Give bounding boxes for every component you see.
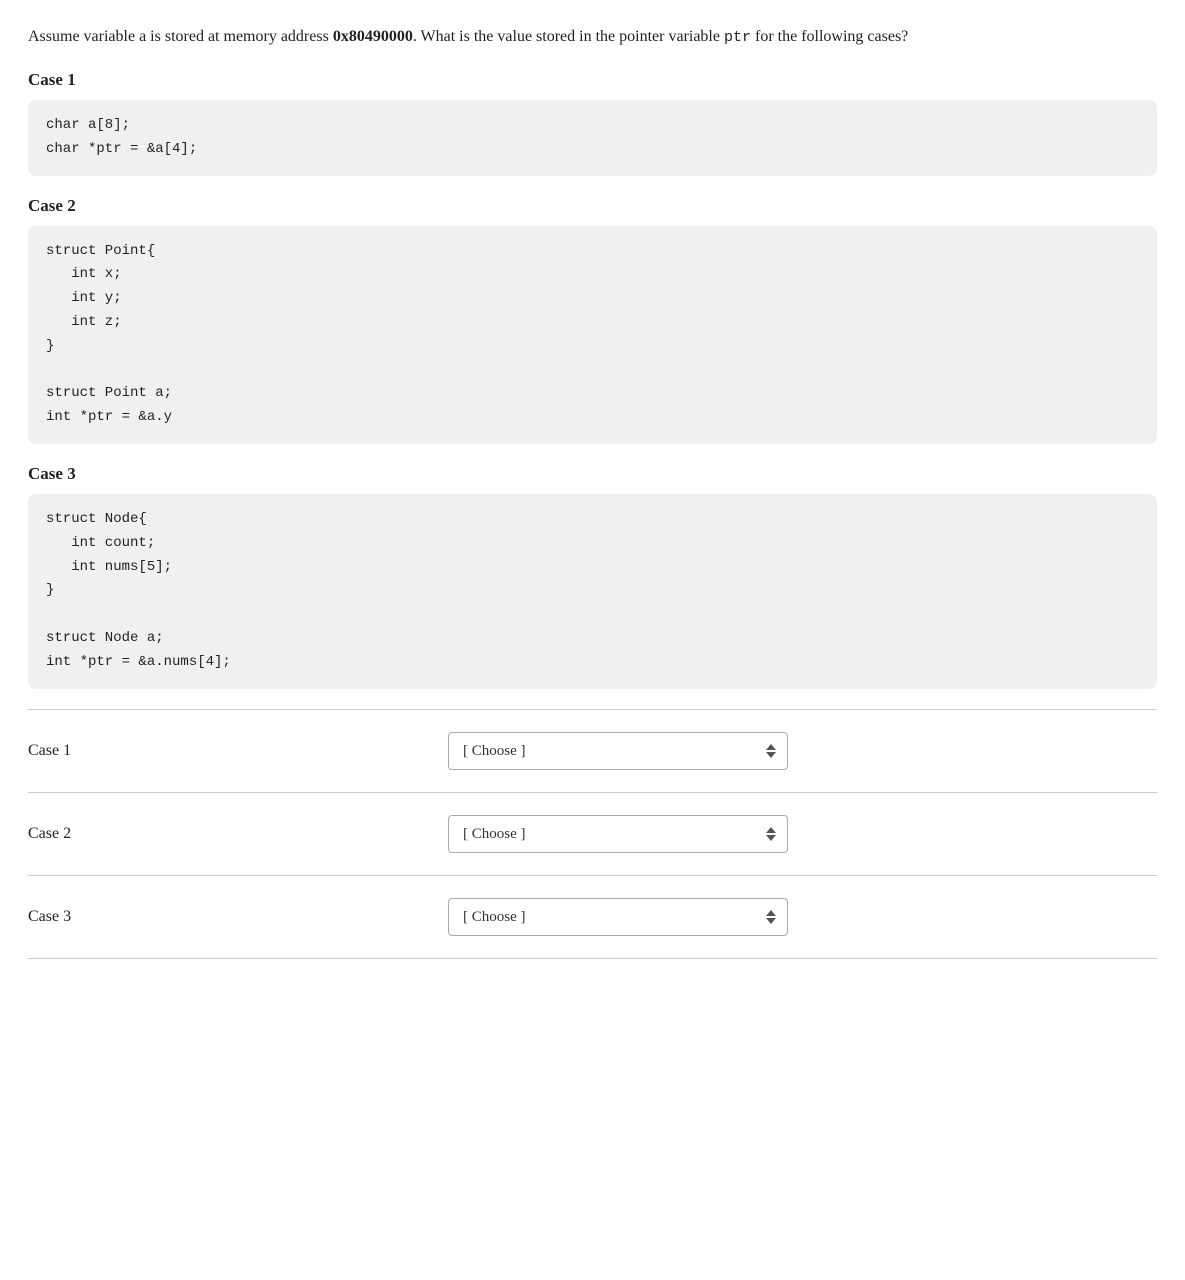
answer-case3-label: Case 3: [28, 908, 448, 926]
answer-case2-label: Case 2: [28, 825, 448, 843]
answer-select-wrapper-1: [ Choose ]0x804900040x804900080x8049000C…: [448, 732, 788, 770]
answer-row-3: Case 3 [ Choose ]0x804900040x804900080x8…: [28, 876, 1157, 959]
answer-select-wrapper-2: [ Choose ]0x804900040x804900080x8049000C…: [448, 815, 788, 853]
answer-select-wrapper-3: [ Choose ]0x804900040x804900080x8049000C…: [448, 898, 788, 936]
answer-row-1: Case 1 [ Choose ]0x804900040x804900080x8…: [28, 710, 1157, 793]
case3-select[interactable]: [ Choose ]0x804900040x804900080x8049000C…: [448, 898, 788, 936]
case2-select[interactable]: [ Choose ]0x804900040x804900080x8049000C…: [448, 815, 788, 853]
case1-label: Case 1: [28, 70, 1157, 90]
case1-select[interactable]: [ Choose ]0x804900040x804900080x8049000C…: [448, 732, 788, 770]
answer-case1-label: Case 1: [28, 742, 448, 760]
answer-section: Case 1 [ Choose ]0x804900040x804900080x8…: [28, 709, 1157, 959]
case1-code: char a[8]; char *ptr = &a[4];: [28, 100, 1157, 176]
case3-code: struct Node{ int count; int nums[5]; } s…: [28, 494, 1157, 689]
answer-row-2: Case 2 [ Choose ]0x804900040x804900080x8…: [28, 793, 1157, 876]
case2-label: Case 2: [28, 196, 1157, 216]
case2-code: struct Point{ int x; int y; int z; } str…: [28, 226, 1157, 444]
case3-label: Case 3: [28, 464, 1157, 484]
question-intro: Assume variable a is stored at memory ad…: [28, 24, 1157, 50]
